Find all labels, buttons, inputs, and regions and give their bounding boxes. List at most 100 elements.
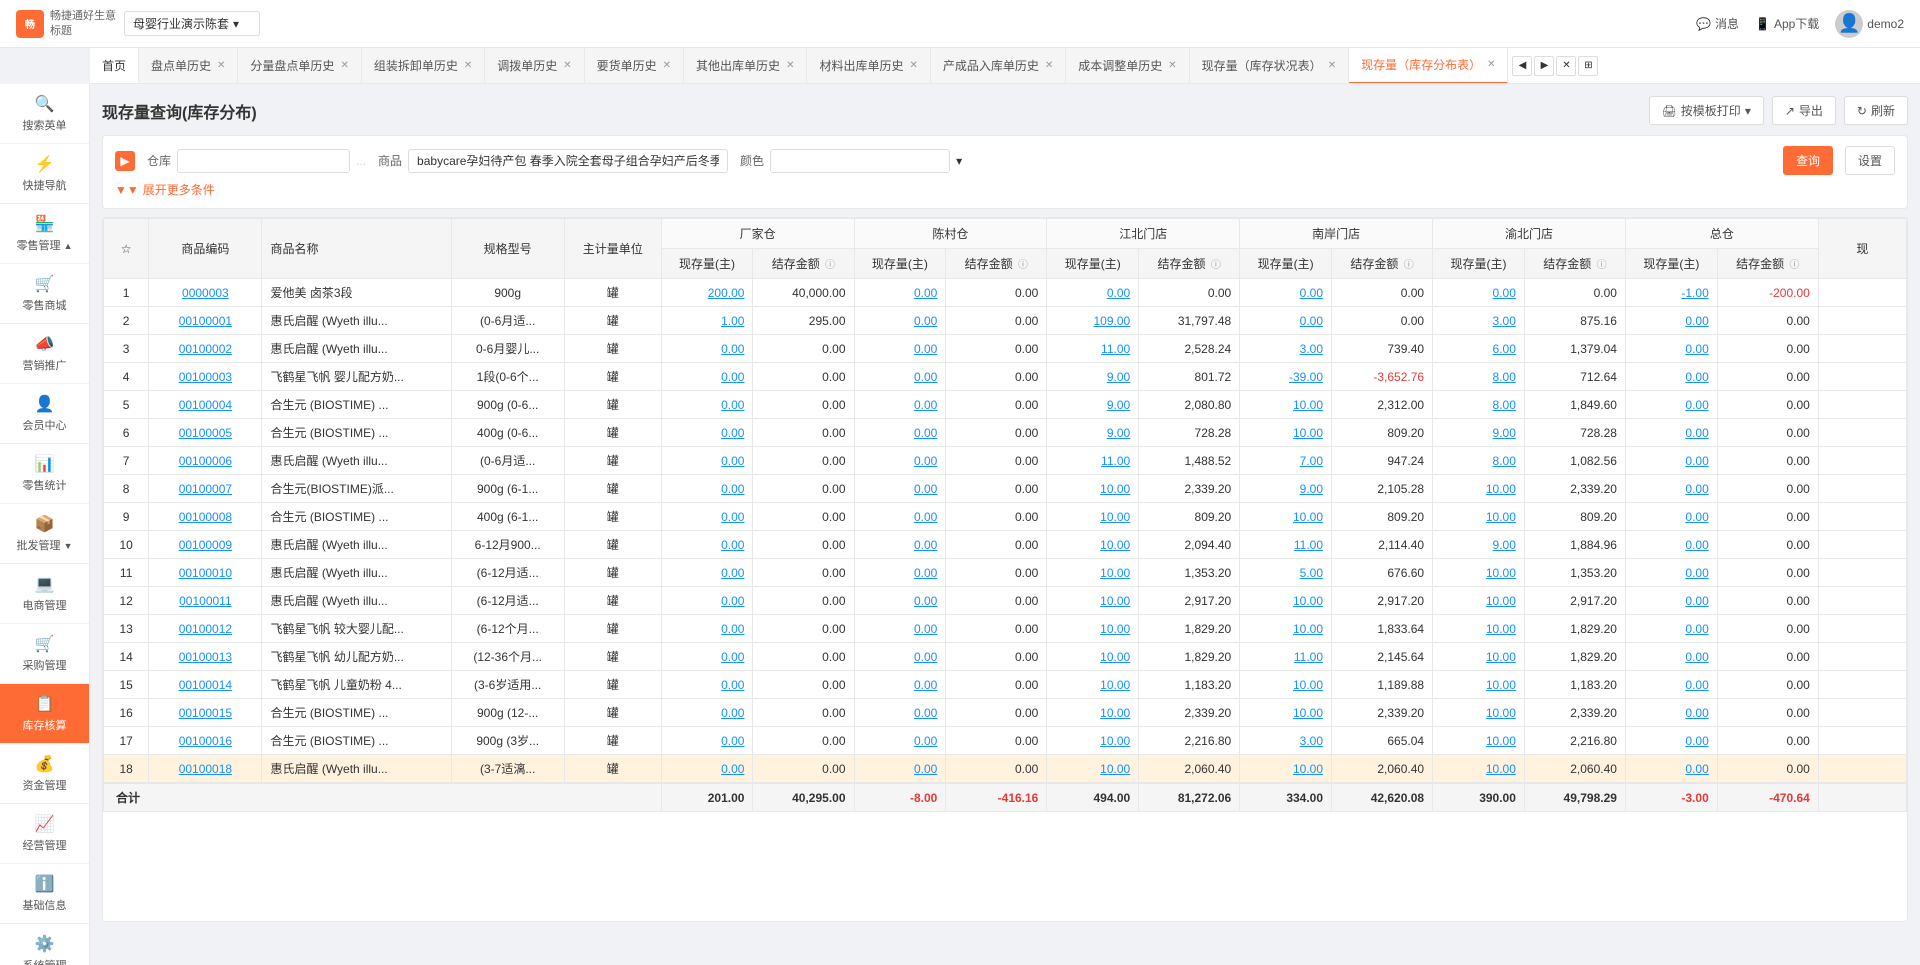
cell-f-qty[interactable]: 0.00 [661,475,753,503]
cell-z-qty[interactable]: 0.00 [1625,475,1717,503]
cell-jb-qty[interactable]: 0.00 [1047,279,1139,307]
cell-jb-qty[interactable]: 11.00 [1047,335,1139,363]
yb-amt-info-icon[interactable]: ⓘ [1597,260,1607,271]
cell-jb-qty[interactable]: 109.00 [1047,307,1139,335]
cell-yb-qty[interactable]: 10.00 [1433,727,1525,755]
cell-jb-qty[interactable]: 10.00 [1047,671,1139,699]
cell-yb-qty[interactable]: 10.00 [1433,503,1525,531]
cell-na-qty[interactable]: -39.00 [1240,363,1332,391]
cell-na-qty[interactable]: 9.00 [1240,475,1332,503]
cell-na-qty[interactable]: 10.00 [1240,391,1332,419]
tab-3[interactable]: 组装拆卸单历史 ✕ [362,48,485,84]
cell-na-qty[interactable]: 3.00 [1240,727,1332,755]
cell-code[interactable]: 00100016 [149,727,262,755]
cell-jb-qty[interactable]: 10.00 [1047,559,1139,587]
cell-yb-qty[interactable]: 10.00 [1433,615,1525,643]
cell-c-qty[interactable]: 0.00 [854,559,946,587]
close-tab-1[interactable]: ✕ [217,60,225,71]
c-amt-info-icon[interactable]: ⓘ [1018,260,1028,271]
cell-jb-qty[interactable]: 10.00 [1047,643,1139,671]
cell-code[interactable]: 00100005 [149,419,262,447]
cell-na-qty[interactable]: 3.00 [1240,335,1332,363]
cell-na-qty[interactable]: 10.00 [1240,587,1332,615]
cell-code[interactable]: 00100009 [149,531,262,559]
tab-2[interactable]: 分量盘点单历史 ✕ [238,48,361,84]
cell-f-qty[interactable]: 0.00 [661,727,753,755]
cell-yb-qty[interactable]: 10.00 [1433,475,1525,503]
nav-expand-button[interactable]: ⊞ [1578,56,1598,76]
cell-z-qty[interactable]: 0.00 [1625,419,1717,447]
close-tab-4[interactable]: ✕ [563,60,571,71]
cell-c-qty[interactable]: 0.00 [854,447,946,475]
cell-jb-qty[interactable]: 10.00 [1047,615,1139,643]
cell-f-qty[interactable]: 0.00 [661,391,753,419]
close-tab-5[interactable]: ✕ [663,60,671,71]
cell-c-qty[interactable]: 0.00 [854,363,946,391]
cell-yb-qty[interactable]: 8.00 [1433,391,1525,419]
cell-z-qty[interactable]: 0.00 [1625,503,1717,531]
cell-c-qty[interactable]: 0.00 [854,671,946,699]
cell-z-qty[interactable]: 0.00 [1625,699,1717,727]
cell-z-qty[interactable]: 0.00 [1625,643,1717,671]
nav-prev-button[interactable]: ◀ [1512,56,1532,76]
cell-f-qty[interactable]: 200.00 [661,279,753,307]
goods-input[interactable] [408,149,728,173]
cell-c-qty[interactable]: 0.00 [854,643,946,671]
cell-yb-qty[interactable]: 10.00 [1433,755,1525,784]
cell-yb-qty[interactable]: 10.00 [1433,587,1525,615]
cell-na-qty[interactable]: 11.00 [1240,643,1332,671]
cell-c-qty[interactable]: 0.00 [854,699,946,727]
cell-na-qty[interactable]: 10.00 [1240,503,1332,531]
cell-z-qty[interactable]: 0.00 [1625,391,1717,419]
cell-z-qty[interactable]: -1.00 [1625,279,1717,307]
cell-c-qty[interactable]: 0.00 [854,391,946,419]
cell-jb-qty[interactable]: 9.00 [1047,391,1139,419]
close-tab-8[interactable]: ✕ [1045,60,1053,71]
cell-yb-qty[interactable]: 9.00 [1433,419,1525,447]
sidebar-item-wholesale[interactable]: 📦 批发管理 ▼ [0,504,89,564]
tab-7[interactable]: 材料出库单历史 ✕ [807,48,930,84]
cell-c-qty[interactable]: 0.00 [854,615,946,643]
user-menu[interactable]: 👤 demo2 [1835,10,1904,38]
cell-code[interactable]: 00100001 [149,307,262,335]
cell-yb-qty[interactable]: 10.00 [1433,699,1525,727]
sidebar-item-ecommerce[interactable]: 💻 电商管理 [0,564,89,624]
cell-jb-qty[interactable]: 10.00 [1047,587,1139,615]
z-amt-info-icon[interactable]: ⓘ [1789,260,1799,271]
cell-c-qty[interactable]: 0.00 [854,531,946,559]
cell-yb-qty[interactable]: 6.00 [1433,335,1525,363]
cell-code[interactable]: 00100010 [149,559,262,587]
cell-yb-qty[interactable]: 9.00 [1433,531,1525,559]
cell-na-qty[interactable]: 10.00 [1240,755,1332,784]
cell-code[interactable]: 00100007 [149,475,262,503]
cell-z-qty[interactable]: 0.00 [1625,363,1717,391]
cell-z-qty[interactable]: 0.00 [1625,727,1717,755]
cell-f-qty[interactable]: 0.00 [661,559,753,587]
cell-f-qty[interactable]: 0.00 [661,503,753,531]
cell-yb-qty[interactable]: 0.00 [1433,279,1525,307]
cell-z-qty[interactable]: 0.00 [1625,307,1717,335]
cell-f-qty[interactable]: 0.00 [661,755,753,784]
cell-code[interactable]: 00100002 [149,335,262,363]
sidebar-item-system[interactable]: ⚙️ 系统管理 [0,924,89,965]
cell-code[interactable]: 0000003 [149,279,262,307]
jb-amt-info-icon[interactable]: ⓘ [1211,260,1221,271]
filter-expand-button[interactable]: ▼▼ 展开更多条件 [115,181,1895,198]
cell-yb-qty[interactable]: 10.00 [1433,643,1525,671]
cell-c-qty[interactable]: 0.00 [854,755,946,784]
logo-area[interactable]: 畅 畅捷通好生意 标题 [16,9,116,38]
cell-z-qty[interactable]: 0.00 [1625,447,1717,475]
cell-c-qty[interactable]: 0.00 [854,587,946,615]
cell-jb-qty[interactable]: 10.00 [1047,755,1139,784]
cell-f-qty[interactable]: 0.00 [661,335,753,363]
cell-f-qty[interactable]: 0.00 [661,699,753,727]
sidebar-item-marketing[interactable]: 📣 营销推广 [0,324,89,384]
export-button[interactable]: ↗ 导出 [1772,96,1836,125]
cell-c-qty[interactable]: 0.00 [854,419,946,447]
cell-na-qty[interactable]: 10.00 [1240,671,1332,699]
cell-f-qty[interactable]: 0.00 [661,615,753,643]
cell-c-qty[interactable]: 0.00 [854,307,946,335]
cell-code[interactable]: 00100004 [149,391,262,419]
tab-1[interactable]: 盘点单历史 ✕ [139,48,238,84]
cell-yb-qty[interactable]: 8.00 [1433,447,1525,475]
